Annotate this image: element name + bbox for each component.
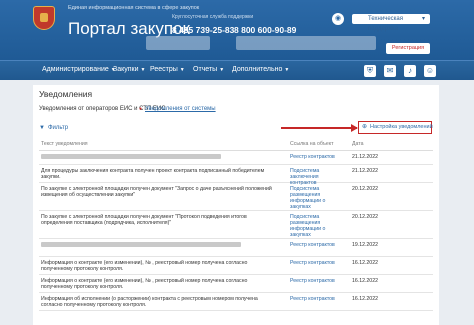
row-text: Информация о контракте (его изменении), … <box>41 278 248 290</box>
plus-circle-icon: ⊕ <box>362 124 368 130</box>
row-date: 20.12.2022 <box>352 214 378 220</box>
shield-icon[interactable]: ⛨ <box>364 65 376 77</box>
chevron-down-icon: ▼ <box>284 67 290 73</box>
row-date: 19.12.2022 <box>352 242 378 248</box>
row-date: 16.12.2022 <box>352 296 378 302</box>
row-date: 21.12.2022 <box>352 168 378 174</box>
eis-caption: Единая информационная система в сфере за… <box>68 5 200 11</box>
redacted-text <box>41 154 221 160</box>
row-date: 16.12.2022 <box>352 260 378 266</box>
filter-label: Фильтр <box>47 125 69 131</box>
emblem-logo[interactable] <box>33 6 55 30</box>
col-link-header: Ссылка на объект <box>290 141 334 147</box>
nav-label: Реестры <box>150 66 178 73</box>
mail-icon[interactable]: ✉ <box>384 65 396 77</box>
row-link[interactable]: Реестр контрактов <box>290 154 344 160</box>
row-link[interactable]: Подсистема размещения информации о закуп… <box>290 214 344 238</box>
row-text: Информация об исполнении (о расторжении)… <box>41 296 258 308</box>
settings-label: Настройка уведомлений <box>370 124 433 130</box>
chevron-down-icon: ▼ <box>179 67 185 73</box>
tab-system[interactable]: Уведомления от системы <box>145 106 216 112</box>
notification-settings-button[interactable]: ⊕ Настройка уведомлений <box>358 121 433 134</box>
row-text: По закупке с электронной площадки получе… <box>41 214 247 226</box>
globe-icon[interactable]: ◉ <box>332 13 344 25</box>
support-caption: Круглосуточная служба поддержки <box>172 14 254 20</box>
chevron-down-icon: ▾ <box>421 16 425 22</box>
row-link[interactable]: Реестр контрактов <box>290 296 344 302</box>
nav-label: Отчеты <box>193 66 218 73</box>
row-link[interactable]: Реестр контрактов <box>290 242 344 248</box>
redacted-text <box>41 242 241 248</box>
table-row[interactable]: Реестр контрактов 19.12.2022 <box>39 239 433 257</box>
chevron-down-icon: ▼ <box>140 67 146 73</box>
support-select[interactable]: Техническая поддержка ▾ <box>352 14 430 32</box>
row-date: 16.12.2022 <box>352 278 378 284</box>
row-link[interactable]: Реестр контрактов <box>290 278 344 284</box>
table-header: Текст уведомления Ссылка на объект Дата <box>39 137 433 151</box>
row-text <box>41 154 273 160</box>
user-icon[interactable]: ☺ <box>424 65 436 77</box>
support-phone-2: 8 800 600-90-89 <box>234 25 297 35</box>
main-nav: Администрирование ▼ Закупки ▼ Реестры ▼ Отч… <box>0 60 474 80</box>
support-phone-1: 8 495 739-25-83 <box>172 25 235 35</box>
nav-purchases[interactable]: Закупки ▼ <box>113 66 145 73</box>
table-row[interactable]: Информация о контракте (его изменении), … <box>39 257 433 275</box>
support-select-label: Техническая поддержка <box>368 16 404 32</box>
bell-icon[interactable]: ♪ <box>404 65 416 77</box>
col-text-header: Текст уведомления <box>41 141 88 147</box>
nav-label: Закупки <box>113 66 139 73</box>
redacted-org-info <box>146 36 210 50</box>
row-text: По закупке с электронной площадки получе… <box>41 186 272 198</box>
annotation-arrow-head <box>351 124 358 132</box>
table-row[interactable]: Для процедуры заключения контракта получ… <box>39 165 433 186</box>
redacted-user-info <box>236 36 376 50</box>
notifications-panel: Уведомления Уведомления от операторов ЕИ… <box>33 85 439 325</box>
col-date-header: Дата <box>352 141 364 147</box>
row-date: 21.12.2022 <box>352 154 378 160</box>
annotation-arrow <box>281 127 357 129</box>
row-text: Для процедуры заключения контракта получ… <box>41 168 265 180</box>
nav-administration[interactable]: Администрирование ▼ <box>42 66 116 73</box>
nav-reports[interactable]: Отчеты ▼ <box>193 66 224 73</box>
page-title: Уведомления <box>39 89 93 99</box>
nav-registries[interactable]: Реестры ▼ <box>150 66 185 73</box>
header: Единая информационная система в сфере за… <box>0 0 474 60</box>
table-row[interactable]: Информация о контракте (его изменении), … <box>39 275 433 293</box>
table-row[interactable]: Информация об исполнении (о расторжении)… <box>39 293 433 311</box>
table-row[interactable]: По закупке с электронной площадки получе… <box>39 211 433 239</box>
row-text <box>41 242 273 248</box>
filter-toggle[interactable]: ▼ Фильтр <box>39 125 68 131</box>
row-link[interactable]: Реестр контрактов <box>290 260 344 266</box>
table-row[interactable]: Реестр контрактов 21.12.2022 <box>39 151 433 165</box>
filter-icon: ▼ <box>39 125 45 131</box>
chevron-down-icon: ▼ <box>219 67 225 73</box>
row-text: Информация о контракте (его изменении), … <box>41 260 248 272</box>
row-link[interactable]: Подсистема размещения информации о закуп… <box>290 186 344 210</box>
nav-additional[interactable]: Дополнительно ▼ <box>232 66 289 73</box>
nav-label: Дополнительно <box>232 66 283 73</box>
table-row[interactable]: По закупке с электронной площадки получе… <box>39 183 433 211</box>
row-date: 20.12.2022 <box>352 186 378 192</box>
nav-label: Администрирование <box>42 66 109 73</box>
register-button[interactable]: Регистрация <box>386 43 430 54</box>
notifications-table: Текст уведомления Ссылка на объект Дата … <box>39 137 433 311</box>
unread-marker-icon: ● <box>139 106 143 112</box>
